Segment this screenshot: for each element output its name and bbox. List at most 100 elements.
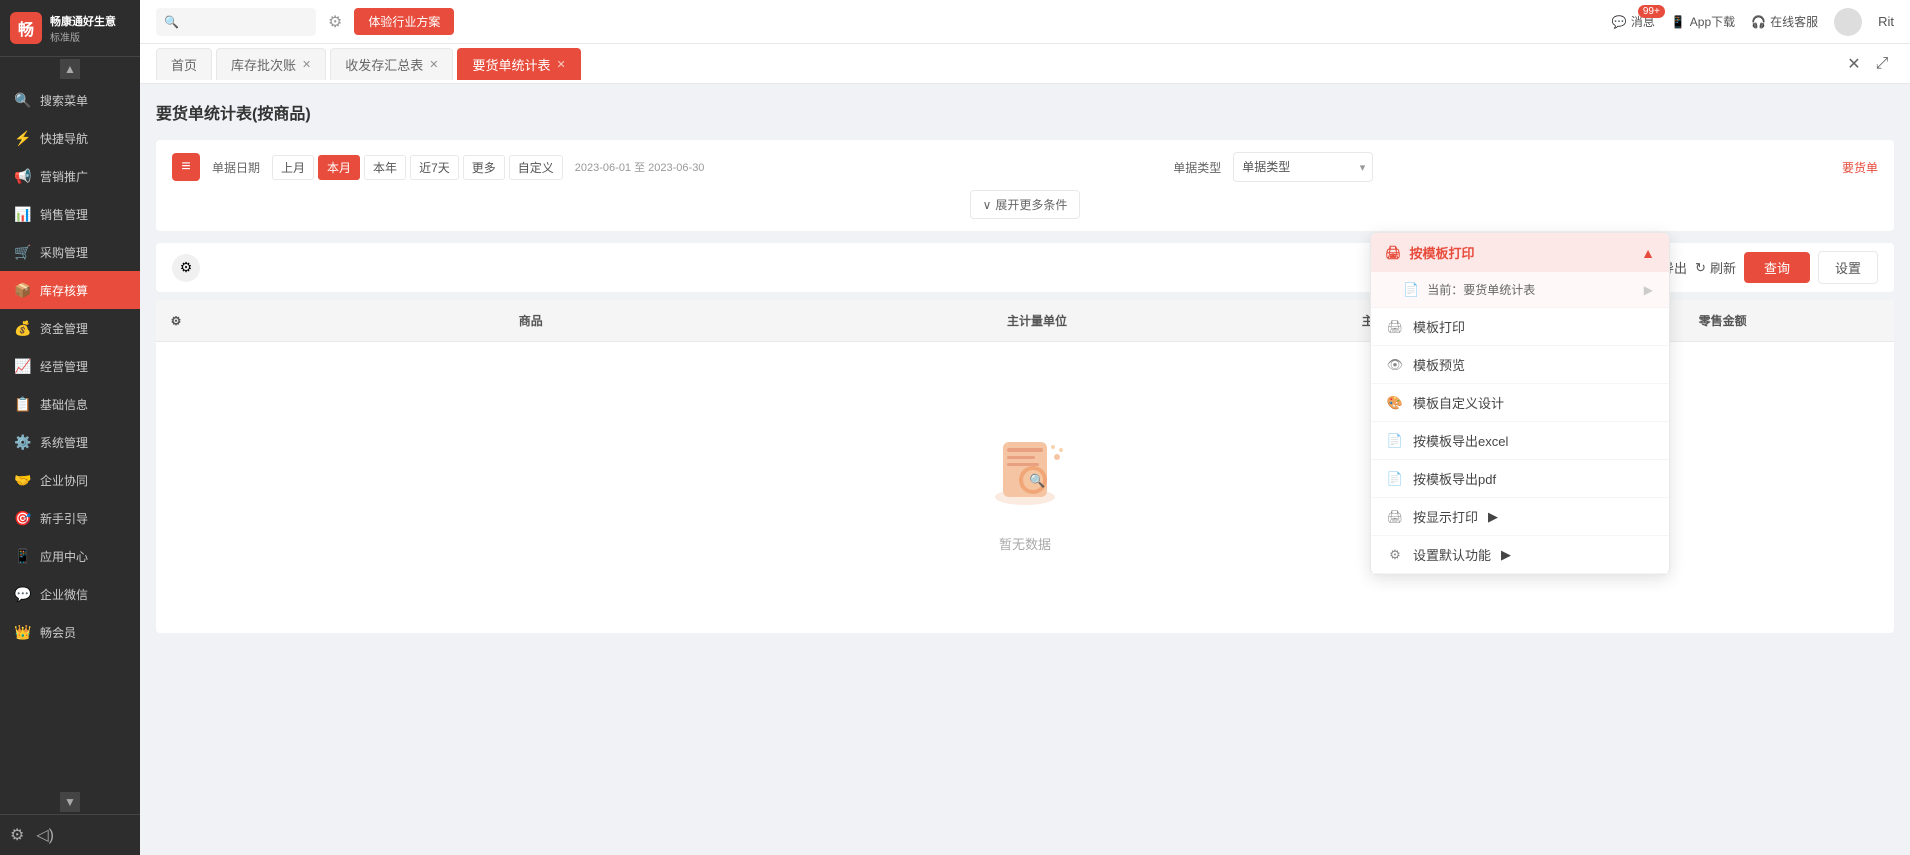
filter-bar: ≡ 单据日期 上月 本月 本年 近7天 更多 自定义 2023-06-01 至 … bbox=[156, 140, 1894, 231]
expand-condition-btn[interactable]: ∨ 展开更多条件 bbox=[970, 190, 1081, 219]
trial-btn[interactable]: 体验行业方案 bbox=[354, 8, 454, 35]
sidebar-item-label: 经营管理 bbox=[40, 358, 88, 375]
dropdown-item-template-design[interactable]: 🎨 模板自定义设计 bbox=[1371, 384, 1669, 422]
sidebar-item-sales[interactable]: 📊 销售管理 bbox=[0, 195, 140, 233]
sidebar-item-quick-nav[interactable]: ⚡ 快捷导航 bbox=[0, 119, 140, 157]
scroll-up-btn[interactable]: ▲ bbox=[60, 59, 80, 79]
query-btn[interactable]: 查询 bbox=[1744, 252, 1810, 283]
newbie-icon: 🎯 bbox=[14, 509, 32, 527]
current-template-icon: 📄 bbox=[1403, 282, 1419, 298]
current-year-btn[interactable]: 本年 bbox=[364, 155, 406, 180]
sidebar-item-operations[interactable]: 📈 经营管理 bbox=[0, 347, 140, 385]
online-service-btn[interactable]: 🎧 在线客服 bbox=[1751, 13, 1818, 30]
scroll-down-btn[interactable]: ▼ bbox=[60, 792, 80, 812]
refresh-btn[interactable]: ↻ 刷新 bbox=[1695, 258, 1736, 277]
sidebar-item-system[interactable]: ⚙️ 系统管理 bbox=[0, 423, 140, 461]
app-download-btn[interactable]: 📱 App下载 bbox=[1671, 13, 1735, 30]
tab-order-stats[interactable]: 要货单统计表 ✕ bbox=[457, 48, 580, 80]
sidebar-item-basic-info[interactable]: 📋 基础信息 bbox=[0, 385, 140, 423]
app-center-icon: 📱 bbox=[14, 547, 32, 565]
sidebar-scroll-up[interactable]: ▲ bbox=[0, 57, 140, 81]
topbar-right: 💬 消息 99+ 📱 App下载 🎧 在线客服 Rit bbox=[1612, 8, 1894, 36]
empty-icon: 🔍 bbox=[975, 422, 1075, 522]
th-settings[interactable]: ⚙ bbox=[156, 310, 196, 332]
dropdown-item-template-print[interactable]: 🖨 模板打印 bbox=[1371, 308, 1669, 346]
dropdown-item-set-default[interactable]: ⚙ 设置默认功能 ▶ bbox=[1371, 536, 1669, 574]
sidebar-item-inventory[interactable]: 📦 库存核算 bbox=[0, 271, 140, 309]
tab-inventory-batch[interactable]: 库存批次账 ✕ bbox=[216, 48, 326, 80]
sound-footer-icon[interactable]: ◁) bbox=[36, 825, 54, 845]
sidebar-scroll-down[interactable]: ▼ bbox=[0, 790, 140, 814]
sidebar-item-label: 基础信息 bbox=[40, 396, 88, 413]
current-month-btn[interactable]: 本月 bbox=[318, 155, 360, 180]
username-label: Rit bbox=[1878, 14, 1894, 29]
enterprise-icon: 🤝 bbox=[14, 471, 32, 489]
app-download-label: App下载 bbox=[1690, 13, 1735, 30]
expand-tabs-btn[interactable]: ⤢ bbox=[1870, 52, 1894, 76]
export-excel-label: 按模板导出excel bbox=[1413, 431, 1508, 450]
custom-date-btn[interactable]: 自定义 bbox=[509, 155, 563, 180]
sidebar-item-label: 销售管理 bbox=[40, 206, 88, 223]
filter-expand-btn[interactable]: ≡ bbox=[172, 153, 200, 181]
tab-close-icon[interactable]: ✕ bbox=[557, 58, 566, 71]
export-pdf-icon: 📄 bbox=[1387, 471, 1403, 487]
search-icon: 🔍 bbox=[164, 15, 179, 29]
app-icon: 📱 bbox=[1671, 15, 1686, 29]
last-month-btn[interactable]: 上月 bbox=[272, 155, 314, 180]
message-icon: 💬 bbox=[1612, 15, 1627, 29]
purchase-icon: 🛒 bbox=[14, 243, 32, 261]
sidebar-item-member[interactable]: 👑 畅会员 bbox=[0, 613, 140, 651]
dropdown-header[interactable]: 🖨 按模板打印 ▲ bbox=[1371, 233, 1669, 272]
doc-type-label: 单据类型 bbox=[1173, 159, 1221, 176]
settings-btn[interactable]: 设置 bbox=[1818, 251, 1878, 284]
sidebar-item-app-center[interactable]: 📱 应用中心 bbox=[0, 537, 140, 575]
sidebar-item-label: 企业协同 bbox=[40, 472, 88, 489]
dropdown-chevron-icon[interactable]: ▲ bbox=[1641, 245, 1655, 261]
last-7-days-btn[interactable]: 近7天 bbox=[410, 155, 459, 180]
sidebar-item-label: 库存核算 bbox=[40, 282, 88, 299]
dropdown-item-export-pdf[interactable]: 📄 按模板导出pdf bbox=[1371, 460, 1669, 498]
export-pdf-label: 按模板导出pdf bbox=[1413, 469, 1496, 488]
sidebar-item-purchase[interactable]: 🛒 采购管理 bbox=[0, 233, 140, 271]
more-date-btn[interactable]: 更多 bbox=[463, 155, 505, 180]
dropdown-item-export-excel[interactable]: 📄 按模板导出excel bbox=[1371, 422, 1669, 460]
content-area: 要货单统计表(按商品) ≡ 单据日期 上月 本月 本年 近7天 更多 自定义 2… bbox=[140, 84, 1910, 855]
sidebar-item-label: 采购管理 bbox=[40, 244, 88, 261]
close-all-tabs-btn[interactable]: ✕ bbox=[1842, 52, 1866, 76]
member-icon: 👑 bbox=[14, 623, 32, 641]
sidebar-item-search-menu[interactable]: 🔍 搜索菜单 bbox=[0, 81, 140, 119]
dropdown-print-icon: 🖨 bbox=[1385, 245, 1402, 261]
sidebar-item-marketing[interactable]: 📢 营销推广 bbox=[0, 157, 140, 195]
expand-icon-small: ∨ bbox=[983, 198, 992, 212]
tabs-right-controls: ✕ ⤢ bbox=[1842, 52, 1894, 76]
sidebar-item-label: 畅会员 bbox=[40, 624, 76, 641]
sales-icon: 📊 bbox=[14, 205, 32, 223]
sidebar-item-wechat[interactable]: 💬 企业微信 bbox=[0, 575, 140, 613]
tab-close-icon[interactable]: ✕ bbox=[302, 58, 311, 71]
tab-close-icon[interactable]: ✕ bbox=[429, 58, 438, 71]
th-product: 商品 bbox=[196, 308, 866, 333]
sidebar-nav: 🔍 搜索菜单 ⚡ 快捷导航 📢 营销推广 📊 销售管理 🛒 采购管理 📦 库存核… bbox=[0, 81, 140, 790]
tab-home[interactable]: 首页 bbox=[156, 48, 212, 80]
marketing-icon: 📢 bbox=[14, 167, 32, 185]
tab-label: 收发存汇总表 bbox=[345, 55, 423, 74]
dropdown-current-template[interactable]: 📄 当前：要货单统计表 ▶ bbox=[1371, 272, 1669, 308]
row-settings-btn[interactable]: ⚙ bbox=[172, 254, 200, 282]
empty-text: 暂无数据 bbox=[999, 534, 1051, 553]
topbar-search[interactable]: 🔍 bbox=[156, 8, 316, 36]
messages-btn[interactable]: 💬 消息 99+ bbox=[1612, 13, 1655, 30]
tab-label: 库存批次账 bbox=[231, 55, 296, 74]
dropdown-item-display-print[interactable]: 🖨 按显示打印 ▶ bbox=[1371, 498, 1669, 536]
dropdown-item-template-preview[interactable]: 👁 模板预览 bbox=[1371, 346, 1669, 384]
export-excel-icon: 📄 bbox=[1387, 433, 1403, 449]
topbar-gear-icon[interactable]: ⚙ bbox=[328, 12, 342, 32]
sidebar-item-newbie[interactable]: 🎯 新手引导 bbox=[0, 499, 140, 537]
avatar[interactable] bbox=[1834, 8, 1862, 36]
refresh-icon: ↻ bbox=[1695, 260, 1706, 276]
doc-type-select[interactable]: 单据类型 bbox=[1233, 152, 1373, 182]
expand-icon: ≡ bbox=[181, 158, 190, 176]
sidebar-item-enterprise[interactable]: 🤝 企业协同 bbox=[0, 461, 140, 499]
tab-receipt-summary[interactable]: 收发存汇总表 ✕ bbox=[330, 48, 453, 80]
settings-footer-icon[interactable]: ⚙ bbox=[10, 825, 24, 845]
sidebar-item-finance[interactable]: 💰 资金管理 bbox=[0, 309, 140, 347]
